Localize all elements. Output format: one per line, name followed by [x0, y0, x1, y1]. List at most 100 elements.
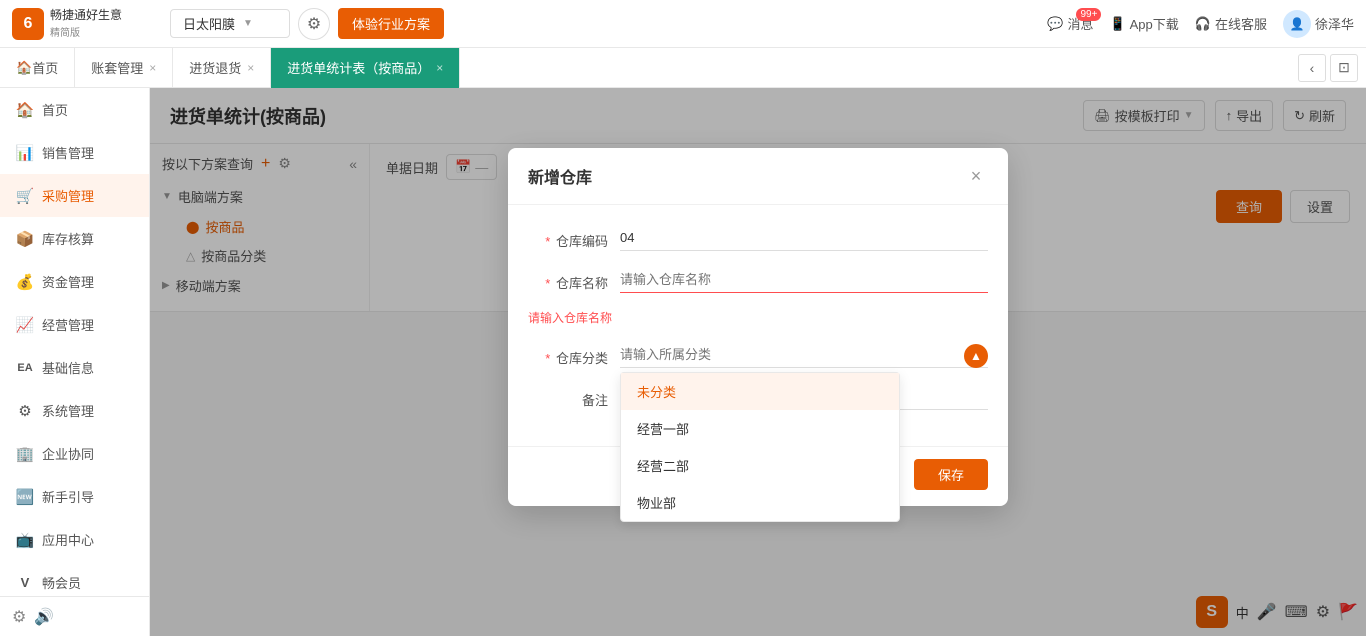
tab-home[interactable]: 🏠 首页 [0, 48, 75, 88]
dropdown-item-1[interactable]: 经营一部 [621, 410, 899, 447]
home-icon: 🏠 [16, 60, 32, 76]
phone-icon: 📱 [1109, 16, 1125, 32]
sidebar-appcenter-label: 应用中心 [42, 530, 94, 549]
messages-badge: 99+ [1076, 8, 1101, 21]
warehouse-category-label: * 仓库分类 [528, 342, 608, 367]
logo-title: 畅捷通好生意 [50, 8, 122, 24]
tab-stats-label: 进货单统计表（按商品） [287, 58, 430, 77]
warehouse-name-error: 请输入仓库名称 [528, 309, 612, 326]
dropdown-item-0[interactable]: 未分类 [621, 373, 899, 410]
category-select-wrap: ▲ 未分类 经营一部 经营二部 物业部 [620, 342, 988, 368]
sidebar-sales-label: 销售管理 [42, 143, 94, 162]
sidebar-guide-label: 新手引导 [42, 487, 94, 506]
tab-next-button[interactable]: ⊡ [1330, 54, 1358, 82]
username: 徐泽华 [1315, 14, 1354, 33]
sidebar-item-enterprise[interactable]: 🏢 企业协同 [0, 432, 149, 475]
dropdown-item-2[interactable]: 经营二部 [621, 447, 899, 484]
tab-accounts[interactable]: 账套管理 × [75, 48, 173, 88]
appcenter-nav-icon: 📺 [16, 531, 34, 549]
finance-nav-icon: 💰 [16, 273, 34, 291]
sidebar-item-inventory[interactable]: 📦 库存核算 [0, 217, 149, 260]
app-download-label: App下载 [1130, 14, 1179, 33]
note-label: 备注 [528, 384, 608, 409]
tab-accounts-label: 账套管理 [91, 58, 143, 77]
store-dropdown-arrow: ▼ [243, 18, 253, 29]
settings-bottom-icon[interactable]: ⚙ [12, 607, 26, 627]
category-dropdown: 未分类 经营一部 经营二部 物业部 [620, 372, 900, 522]
modal-overlay: 新增仓库 × * 仓库编码 [150, 88, 1366, 636]
system-nav-icon: ⚙ [16, 402, 34, 420]
purchase-nav-icon: 🛒 [16, 187, 34, 205]
category-input[interactable] [620, 342, 988, 368]
message-icon: 💬 [1047, 16, 1063, 32]
sidebar-inventory-label: 库存核算 [42, 229, 94, 248]
trial-button[interactable]: 体验行业方案 [338, 8, 444, 39]
guide-nav-icon: 🆕 [16, 488, 34, 506]
header-right: 💬 消息 99+ 📱 App下载 🎧 在线客服 👤 徐泽华 [1047, 10, 1354, 38]
sidebar-item-operations[interactable]: 📈 经营管理 [0, 303, 149, 346]
top-header: 6 畅捷通好生意 精简版 日太阳膜 ▼ ⚙ 体验行业方案 💬 消息 99+ 📱 … [0, 0, 1366, 48]
warehouse-code-label: * 仓库编码 [528, 225, 608, 250]
online-service-item[interactable]: 🎧 在线客服 [1195, 14, 1267, 33]
home-nav-icon: 🏠 [16, 101, 34, 119]
sidebar-bottom: ⚙ 🔊 [0, 596, 150, 636]
sidebar-item-finance[interactable]: 💰 资金管理 [0, 260, 149, 303]
logo-area: 6 畅捷通好生意 精简版 [12, 8, 162, 40]
tab-returns-close[interactable]: × [247, 61, 254, 75]
speaker-bottom-icon[interactable]: 🔊 [34, 607, 54, 627]
avatar: 👤 [1283, 10, 1311, 38]
tab-prev-button[interactable]: ‹ [1298, 54, 1326, 82]
warehouse-name-label: * 仓库名称 [528, 267, 608, 292]
sidebar-vip-label: 畅会员 [42, 573, 81, 592]
modal-close-button[interactable]: × [964, 164, 988, 188]
sales-nav-icon: 📊 [16, 144, 34, 162]
inventory-nav-icon: 📦 [16, 230, 34, 248]
warehouse-category-row: * 仓库分类 ▲ 未分类 经营一部 经营二部 物业部 [528, 342, 988, 368]
sidebar-item-guide[interactable]: 🆕 新手引导 [0, 475, 149, 518]
tab-returns-label: 进货退货 [189, 58, 241, 77]
tab-controls: ‹ ⊡ [1298, 54, 1366, 82]
warehouse-name-row: * 仓库名称 请输入仓库名称 [528, 267, 988, 326]
online-service-label: 在线客服 [1215, 14, 1267, 33]
user-item[interactable]: 👤 徐泽华 [1283, 10, 1354, 38]
tab-accounts-close[interactable]: × [149, 61, 156, 75]
sidebar-item-appcenter[interactable]: 📺 应用中心 [0, 518, 149, 561]
save-button[interactable]: 保存 [914, 459, 988, 490]
content-area: 进货单统计(按商品) 🖨 按模板打印 ▼ ↑ 导出 ↻ 刷新 [150, 88, 1366, 636]
required-star-name: * [545, 276, 550, 291]
sidebar-item-purchase[interactable]: 🛒 采购管理 [0, 174, 149, 217]
sidebar-home-label: 首页 [42, 100, 68, 119]
logo-sub: 精简版 [50, 24, 122, 39]
sidebar-purchase-label: 采购管理 [42, 186, 94, 205]
warehouse-name-input[interactable] [620, 267, 988, 293]
modal-header: 新增仓库 × [508, 148, 1008, 205]
sidebar-enterprise-label: 企业协同 [42, 444, 94, 463]
settings-icon[interactable]: ⚙ [298, 8, 330, 40]
tab-stats-close[interactable]: × [436, 61, 443, 75]
home-label: 首页 [32, 58, 58, 77]
dropdown-item-3[interactable]: 物业部 [621, 484, 899, 521]
tab-stats[interactable]: 进货单统计表（按商品） × [271, 48, 460, 88]
sidebar-item-home[interactable]: 🏠 首页 [0, 88, 149, 131]
store-name: 日太阳膜 [183, 14, 235, 33]
modal-dialog: 新增仓库 × * 仓库编码 [508, 148, 1008, 506]
store-selector[interactable]: 日太阳膜 ▼ [170, 9, 290, 38]
headset-icon: 🎧 [1195, 16, 1211, 32]
sidebar-item-sales[interactable]: 📊 销售管理 [0, 131, 149, 174]
sidebar-item-system[interactable]: ⚙ 系统管理 [0, 389, 149, 432]
sidebar-item-base[interactable]: EA 基础信息 [0, 346, 149, 389]
enterprise-nav-icon: 🏢 [16, 445, 34, 463]
sidebar: 🏠 首页 📊 销售管理 🛒 采购管理 📦 库存核算 💰 资金管理 📈 经营管理 … [0, 88, 150, 636]
tab-returns[interactable]: 进货退货 × [173, 48, 271, 88]
main-layout: 🏠 首页 📊 销售管理 🛒 采购管理 📦 库存核算 💰 资金管理 📈 经营管理 … [0, 88, 1366, 636]
category-toggle-button[interactable]: ▲ [964, 344, 988, 368]
modal-title: 新增仓库 [528, 164, 592, 188]
sidebar-base-label: 基础信息 [42, 358, 94, 377]
logo-icon: 6 [12, 8, 44, 40]
app-download-item[interactable]: 📱 App下载 [1109, 14, 1178, 33]
tab-bar: 🏠 首页 账套管理 × 进货退货 × 进货单统计表（按商品） × ‹ ⊡ [0, 48, 1366, 88]
sidebar-operations-label: 经营管理 [42, 315, 94, 334]
operations-nav-icon: 📈 [16, 316, 34, 334]
warehouse-code-input[interactable] [620, 225, 988, 251]
messages-item[interactable]: 💬 消息 99+ [1047, 14, 1093, 33]
